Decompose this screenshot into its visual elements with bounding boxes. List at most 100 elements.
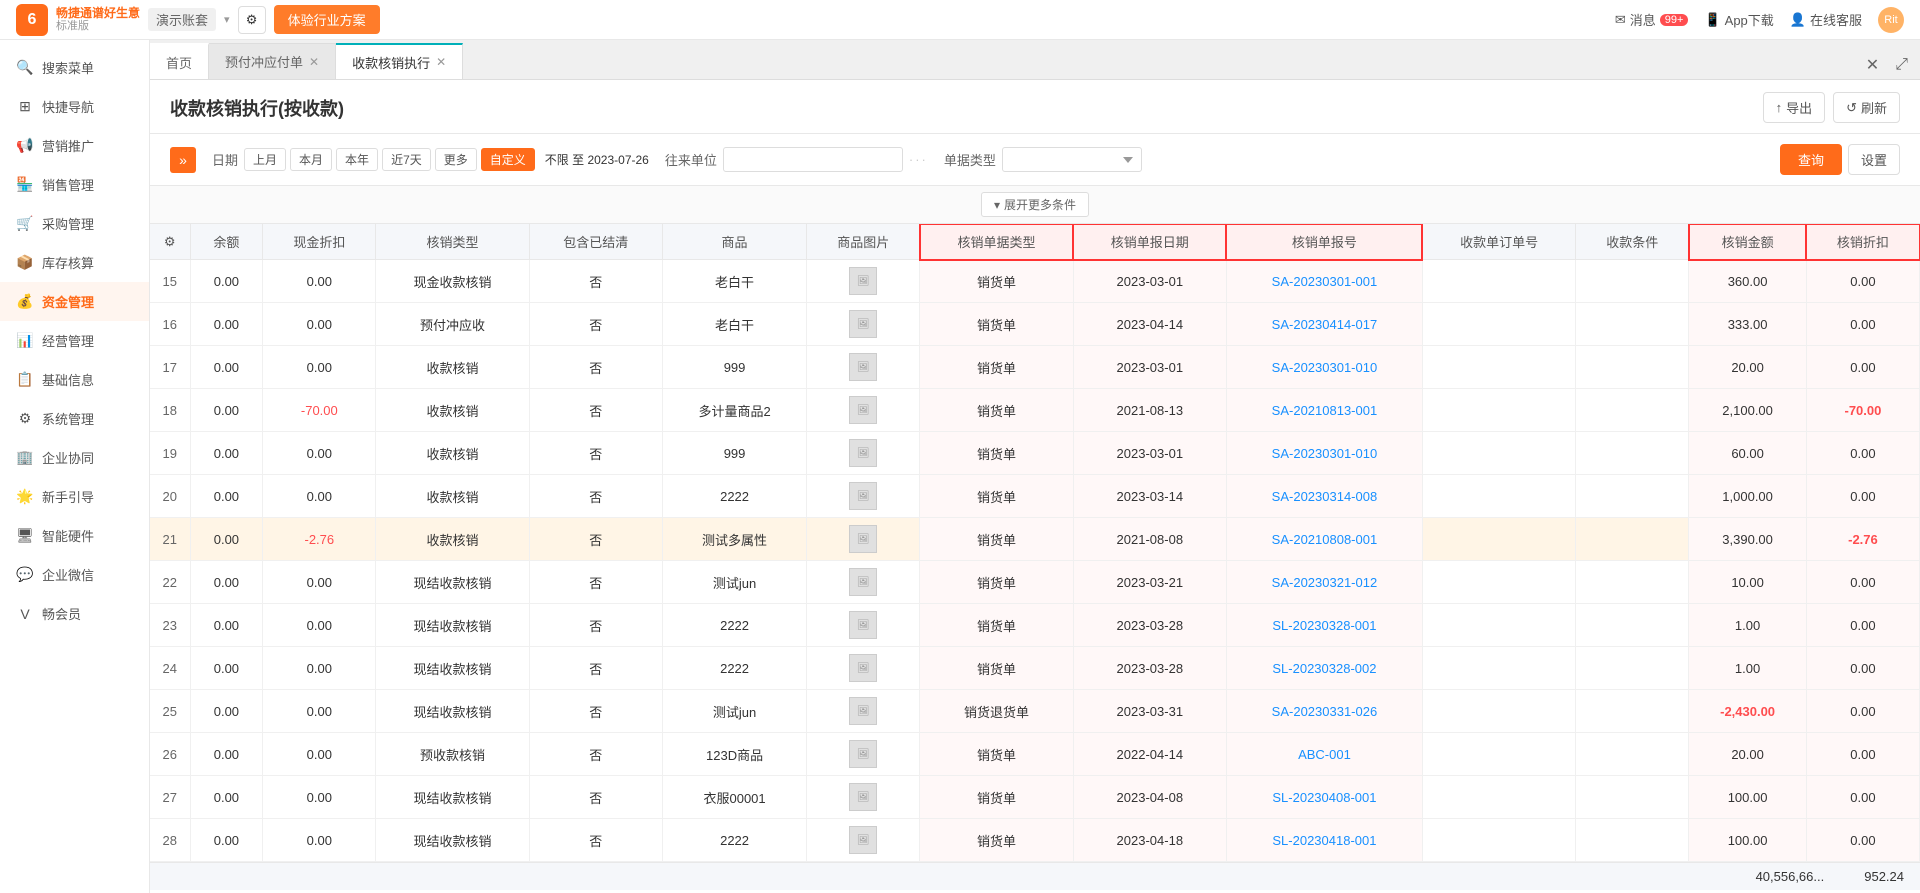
cell-cash-discount: 0.00 [263, 819, 376, 862]
date-btn-7days[interactable]: 近7天 [382, 148, 431, 171]
company-name[interactable]: 演示账套 [148, 8, 216, 31]
sidebar-item-business[interactable]: 📊 经营管理 [0, 321, 149, 360]
cell-product: 2222 [662, 604, 806, 647]
refresh-label: 刷新 [1861, 98, 1887, 117]
footer-total-discount-value: 952.24 [1864, 869, 1904, 884]
receipt-type-select[interactable] [1002, 147, 1142, 172]
counterparty-input[interactable] [723, 147, 903, 172]
sidebar-item-vip[interactable]: V 畅会员 [0, 594, 149, 633]
cell-verify-amount: 3,390.00 [1689, 518, 1807, 561]
sidebar-item-company[interactable]: 🏢 企业协同 [0, 438, 149, 477]
cell-include-settled: 否 [529, 733, 662, 776]
main-area: 首页 预付冲应付单 ✕ 收款核销执行 ✕ ✕ ⤢ 收款核销执行(按收款) [150, 40, 1920, 893]
verify-bill-no-link[interactable]: SA-20230414-017 [1272, 317, 1378, 332]
tab-collect-close[interactable]: ✕ [436, 55, 446, 69]
sidebar-item-hardware[interactable]: 🖥 智能硬件 [0, 516, 149, 555]
sidebar-label-hardware: 智能硬件 [42, 526, 94, 545]
date-btn-more[interactable]: 更多 [435, 148, 477, 171]
cell-verify-bill-no: SA-20230321-012 [1226, 561, 1422, 604]
export-btn[interactable]: ↑ 导出 [1763, 92, 1826, 123]
verify-bill-no-link[interactable]: SA-20230301-010 [1272, 360, 1378, 375]
verify-bill-no-link[interactable]: SL-20230328-002 [1272, 661, 1376, 676]
query-btn[interactable]: 查询 [1780, 144, 1842, 175]
sidebar-item-finance[interactable]: 💰 资金管理 [0, 282, 149, 321]
sidebar-item-search[interactable]: 🔍 搜索菜单 [0, 48, 149, 87]
tab-collect[interactable]: 收款核销执行 ✕ [336, 43, 463, 79]
tab-home[interactable]: 首页 [150, 43, 209, 79]
verify-bill-no-link[interactable]: ABC-001 [1298, 747, 1351, 762]
verify-bill-no-link[interactable]: SA-20210813-001 [1272, 403, 1378, 418]
tab-bar: 首页 预付冲应付单 ✕ 收款核销执行 ✕ ✕ ⤢ [150, 40, 1920, 80]
verify-bill-no-link[interactable]: SA-20210808-001 [1272, 532, 1378, 547]
cell-include-settled: 否 [529, 604, 662, 647]
tab-close-all-btn[interactable]: ✕ [1862, 51, 1883, 79]
sidebar-item-system[interactable]: ⚙ 系统管理 [0, 399, 149, 438]
sidebar-item-guide[interactable]: 🌟 新手引导 [0, 477, 149, 516]
verify-bill-no-link[interactable]: SA-20230321-012 [1272, 575, 1378, 590]
cell-verify-type: 现结收款核销 [376, 647, 529, 690]
cell-verify-discount: -70.00 [1806, 389, 1919, 432]
sidebar-item-wechat[interactable]: 💬 企业微信 [0, 555, 149, 594]
cell-verify-amount: 20.00 [1689, 346, 1807, 389]
message-btn[interactable]: ✉ 消息 99+ [1615, 10, 1689, 29]
filter-expand-btn[interactable]: » [170, 147, 196, 173]
sidebar-label-business: 经营管理 [42, 331, 94, 350]
verify-bill-no-link[interactable]: SL-20230408-001 [1272, 790, 1376, 805]
col-header-gear[interactable]: ⚙ [150, 224, 190, 260]
date-btn-custom[interactable]: 自定义 [481, 148, 535, 171]
app-download-btn[interactable]: 📱 App下载 [1704, 10, 1773, 29]
expand-more-btn[interactable]: ▾ 展开更多条件 [981, 192, 1089, 217]
tab-expand-btn[interactable]: ⤢ [1891, 52, 1912, 78]
date-btn-this-year[interactable]: 本年 [336, 148, 378, 171]
expand-more-label: 展开更多条件 [1004, 196, 1076, 213]
verify-bill-no-link[interactable]: SA-20230301-010 [1272, 446, 1378, 461]
online-service-btn[interactable]: 👤 在线客服 [1790, 10, 1862, 29]
cell-verify-type: 现结收款核销 [376, 690, 529, 733]
main-table: ⚙ 余额 现金折扣 核销类型 包含已结清 商品 商品图片 核销单据类型 核销单报… [150, 224, 1920, 862]
product-image: 🖼 [849, 654, 877, 682]
cell-include-settled: 否 [529, 303, 662, 346]
filter-settings-btn[interactable]: 设置 [1848, 144, 1900, 175]
cell-verify-amount: 100.00 [1689, 819, 1807, 862]
verify-bill-no-link[interactable]: SA-20230314-008 [1272, 489, 1378, 504]
verify-bill-no-link[interactable]: SA-20230331-026 [1272, 704, 1378, 719]
date-btn-this-month[interactable]: 本月 [290, 148, 332, 171]
inventory-icon: 📦 [16, 254, 34, 271]
verify-bill-no-link[interactable]: SL-20230328-001 [1272, 618, 1376, 633]
sidebar-item-base[interactable]: 📋 基础信息 [0, 360, 149, 399]
cell-balance: 0.00 [190, 303, 263, 346]
tab-prepay-close[interactable]: ✕ [309, 55, 319, 69]
settings-icon[interactable]: ⚙ [238, 6, 266, 34]
sidebar-item-sales[interactable]: 🏪 销售管理 [0, 165, 149, 204]
company-dropdown-arrow[interactable]: ▾ [224, 13, 230, 26]
table-row: 21 0.00 -2.76 收款核销 否 测试多属性 🖼 销货单 2021-08… [150, 518, 1920, 561]
cell-verify-amount: 2,100.00 [1689, 389, 1807, 432]
cell-verify-bill-no: SA-20210808-001 [1226, 518, 1422, 561]
sidebar-item-inventory[interactable]: 📦 库存核算 [0, 243, 149, 282]
cell-verify-bill-date: 2023-03-28 [1073, 604, 1226, 647]
product-image: 🖼 [849, 267, 877, 295]
cell-verify-bill-type: 销货单 [920, 346, 1073, 389]
cell-verify-type: 现金收款核销 [376, 260, 529, 303]
cell-cash-discount: 0.00 [263, 561, 376, 604]
cell-no: 22 [150, 561, 190, 604]
date-label: 日期 [212, 150, 238, 169]
industry-btn[interactable]: 体验行业方案 [274, 5, 380, 34]
tab-prepay[interactable]: 预付冲应付单 ✕ [209, 43, 336, 79]
verify-bill-no-link[interactable]: SL-20230418-001 [1272, 833, 1376, 848]
table-container: ⚙ 余额 现金折扣 核销类型 包含已结清 商品 商品图片 核销单据类型 核销单报… [150, 224, 1920, 893]
user-avatar[interactable]: Rit [1878, 7, 1904, 33]
sidebar-item-marketing[interactable]: 📢 营销推广 [0, 126, 149, 165]
col-header-verify-bill-type: 核销单据类型 [920, 224, 1073, 260]
cell-verify-type: 收款核销 [376, 432, 529, 475]
verify-bill-no-link[interactable]: SA-20230301-001 [1272, 274, 1378, 289]
cell-verify-type: 现结收款核销 [376, 776, 529, 819]
cell-verify-bill-no: SL-20230418-001 [1226, 819, 1422, 862]
date-btn-last-month[interactable]: 上月 [244, 148, 286, 171]
table-row: 26 0.00 0.00 预收款核销 否 123D商品 🖼 销货单 2022-0… [150, 733, 1920, 776]
cell-verify-bill-date: 2022-04-14 [1073, 733, 1226, 776]
sidebar-item-purchase[interactable]: 🛒 采购管理 [0, 204, 149, 243]
refresh-btn[interactable]: ↺ 刷新 [1833, 92, 1900, 123]
cell-include-settled: 否 [529, 690, 662, 733]
sidebar-item-nav[interactable]: ⊞ 快捷导航 [0, 87, 149, 126]
